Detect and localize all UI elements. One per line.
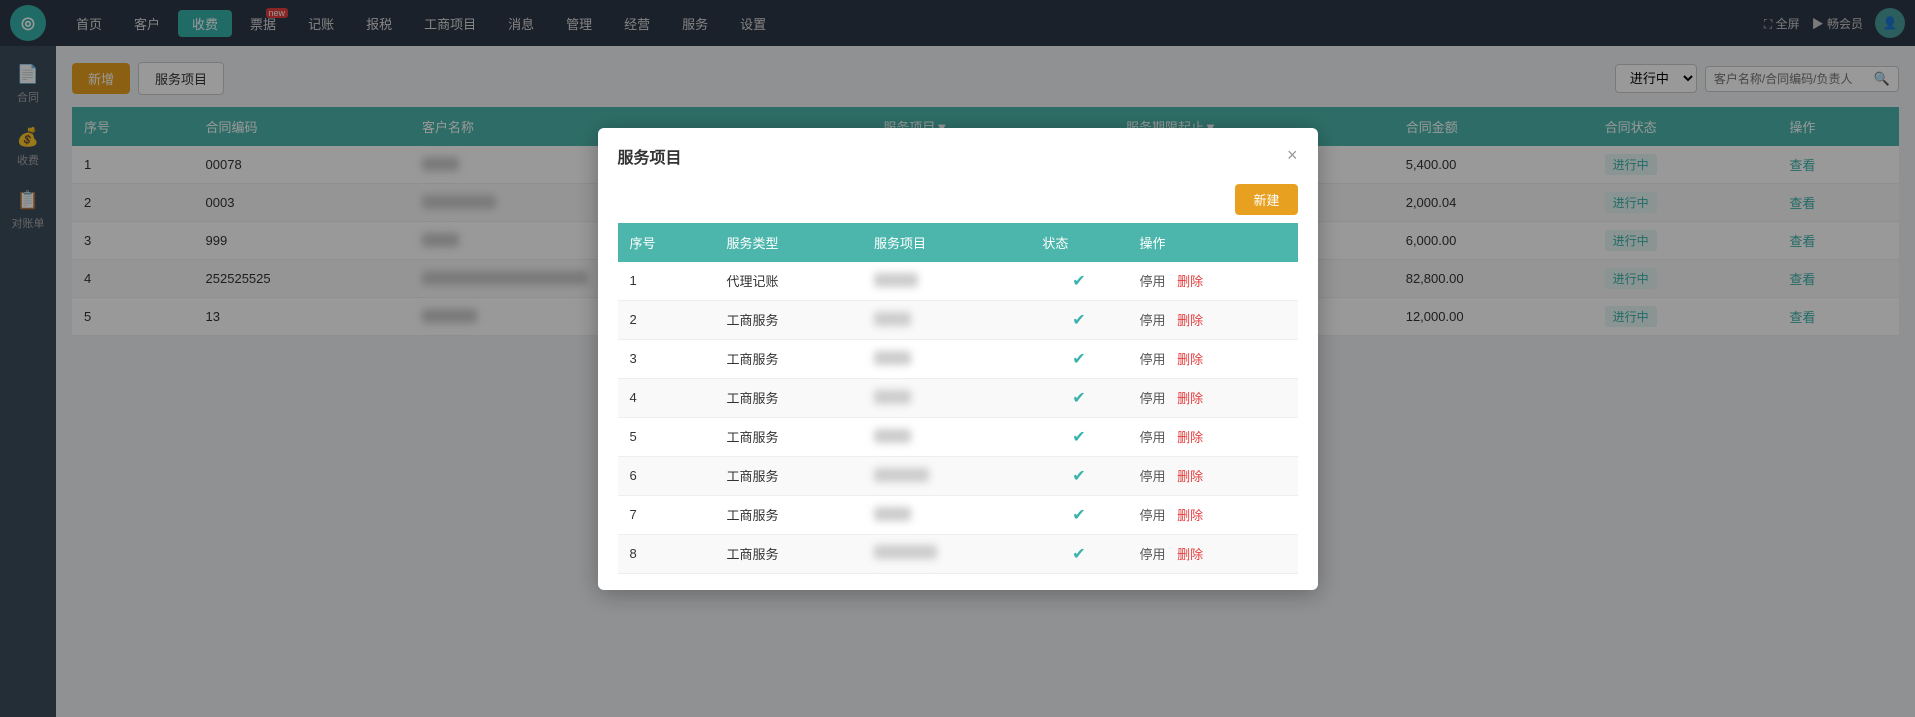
modal-cell-status: ✔ [1030, 495, 1127, 534]
stop-button[interactable]: 停用 [1139, 469, 1165, 484]
modal-cell-seq: 5 [618, 417, 715, 456]
modal-cell-type: 工商服务 [715, 378, 862, 417]
status-check-icon: ✔ [1072, 273, 1085, 290]
modal-cell-status: ✔ [1030, 534, 1127, 573]
modal-table-row: 6工商服务 ██████ ✔ 停用 删除 [618, 456, 1298, 495]
modal-cell-type: 工商服务 [715, 417, 862, 456]
modal-cell-seq: 7 [618, 495, 715, 534]
modal-table-row: 2工商服务 ████ ✔ 停用 删除 [618, 300, 1298, 339]
stop-button[interactable]: 停用 [1139, 274, 1165, 289]
stop-button[interactable]: 停用 [1139, 547, 1165, 562]
status-check-icon: ✔ [1072, 507, 1085, 524]
modal-table-row: 7工商服务 ████ ✔ 停用 删除 [618, 495, 1298, 534]
status-check-icon: ✔ [1072, 546, 1085, 563]
modal-cell-seq: 2 [618, 300, 715, 339]
modal-cell-status: ✔ [1030, 300, 1127, 339]
status-check-icon: ✔ [1072, 390, 1085, 407]
modal-header-row: 序号服务类型服务项目状态操作 [618, 223, 1298, 262]
status-check-icon: ✔ [1072, 351, 1085, 368]
delete-button[interactable]: 删除 [1177, 430, 1203, 445]
stop-button[interactable]: 停用 [1139, 391, 1165, 406]
modal-col-服务类型: 服务类型 [715, 223, 862, 262]
modal-header: 服务项目 × [598, 128, 1318, 176]
delete-button[interactable]: 删除 [1177, 508, 1203, 523]
modal-cell-type: 工商服务 [715, 300, 862, 339]
modal-cell-type: 工商服务 [715, 456, 862, 495]
modal-cell-actions[interactable]: 停用 删除 [1127, 300, 1297, 339]
modal-table-body: 1代理记账████1✔ 停用 删除 2工商服务████✔ 停用 删除 3工商服务… [618, 262, 1298, 574]
delete-button[interactable]: 删除 [1177, 469, 1203, 484]
modal-cell-status: ✔ [1030, 339, 1127, 378]
modal-cell-actions[interactable]: 停用 删除 [1127, 378, 1297, 417]
modal-new-button[interactable]: 新建 [1235, 184, 1297, 215]
modal-cell-item: ████注册 [862, 534, 1030, 573]
delete-button[interactable]: 删除 [1177, 391, 1203, 406]
modal-cell-item: ████ [862, 378, 1030, 417]
modal-col-序号: 序号 [618, 223, 715, 262]
status-check-icon: ✔ [1072, 468, 1085, 485]
modal-cell-type: 工商服务 [715, 495, 862, 534]
modal-item-blurred: ████ [874, 312, 911, 326]
stop-button[interactable]: 停用 [1139, 430, 1165, 445]
modal-cell-type: 代理记账 [715, 262, 862, 301]
modal-body: 序号服务类型服务项目状态操作 1代理记账████1✔ 停用 删除 2工商服务██… [598, 223, 1318, 590]
modal-title: 服务项目 [618, 144, 682, 168]
modal-cell-item: ████1 [862, 262, 1030, 301]
stop-button[interactable]: 停用 [1139, 508, 1165, 523]
modal-cell-seq: 4 [618, 378, 715, 417]
delete-button[interactable]: 删除 [1177, 274, 1203, 289]
modal-item-blurred: ████注册 [874, 545, 937, 559]
modal-cell-status: ✔ [1030, 417, 1127, 456]
status-check-icon: ✔ [1072, 429, 1085, 446]
modal-item-blurred: ██████ [874, 468, 929, 482]
modal-cell-item: ████ [862, 495, 1030, 534]
modal-col-状态: 状态 [1030, 223, 1127, 262]
modal-col-服务项目: 服务项目 [862, 223, 1030, 262]
modal-table-row: 5工商服务 ████ ✔ 停用 删除 [618, 417, 1298, 456]
modal-cell-seq: 6 [618, 456, 715, 495]
modal-cell-type: 工商服务 [715, 534, 862, 573]
modal-item-blurred: ████ [874, 390, 911, 404]
modal-item-blurred: ████ [874, 351, 911, 365]
modal-cell-status: ✔ [1030, 378, 1127, 417]
service-items-table: 序号服务类型服务项目状态操作 1代理记账████1✔ 停用 删除 2工商服务██… [618, 223, 1298, 574]
modal-cell-actions[interactable]: 停用 删除 [1127, 534, 1297, 573]
modal-cell-status: ✔ [1030, 262, 1127, 301]
modal-cell-item: ██████ [862, 456, 1030, 495]
modal-cell-status: ✔ [1030, 456, 1127, 495]
service-items-modal: 服务项目 × 新建 序号服务类型服务项目状态操作 1代理记账████1✔ 停用 … [598, 128, 1318, 590]
modal-cell-actions[interactable]: 停用 删除 [1127, 417, 1297, 456]
modal-table-row: 4工商服务 ████ ✔ 停用 删除 [618, 378, 1298, 417]
stop-button[interactable]: 停用 [1139, 352, 1165, 367]
modal-cell-seq: 8 [618, 534, 715, 573]
modal-cell-actions[interactable]: 停用 删除 [1127, 262, 1297, 301]
modal-table-row: 8工商服务 ████注册 ✔ 停用 删除 [618, 534, 1298, 573]
modal-cell-actions[interactable]: 停用 删除 [1127, 495, 1297, 534]
modal-cell-item: ████ [862, 417, 1030, 456]
modal-cell-type: 工商服务 [715, 339, 862, 378]
stop-button[interactable]: 停用 [1139, 313, 1165, 328]
modal-close-button[interactable]: × [1287, 145, 1298, 166]
modal-cell-actions[interactable]: 停用 删除 [1127, 456, 1297, 495]
modal-item-blurred: ████ [874, 507, 911, 521]
modal-table-row: 3工商服务 ████ ✔ 停用 删除 [618, 339, 1298, 378]
modal-cell-seq: 1 [618, 262, 715, 301]
modal-item-blurred: ████ [874, 429, 911, 443]
delete-button[interactable]: 删除 [1177, 313, 1203, 328]
delete-button[interactable]: 删除 [1177, 547, 1203, 562]
modal-table-row: 1代理记账 ████1 ✔ 停用 删除 [618, 262, 1298, 301]
modal-table-header: 序号服务类型服务项目状态操作 [618, 223, 1298, 262]
delete-button[interactable]: 删除 [1177, 352, 1203, 367]
modal-cell-seq: 3 [618, 339, 715, 378]
modal-cell-item: ████ [862, 339, 1030, 378]
modal-toolbar: 新建 [598, 176, 1318, 223]
status-check-icon: ✔ [1072, 312, 1085, 329]
modal-col-操作: 操作 [1127, 223, 1297, 262]
modal-cell-actions[interactable]: 停用 删除 [1127, 339, 1297, 378]
modal-item-blurred: ████1 [874, 273, 918, 287]
modal-cell-item: ████ [862, 300, 1030, 339]
